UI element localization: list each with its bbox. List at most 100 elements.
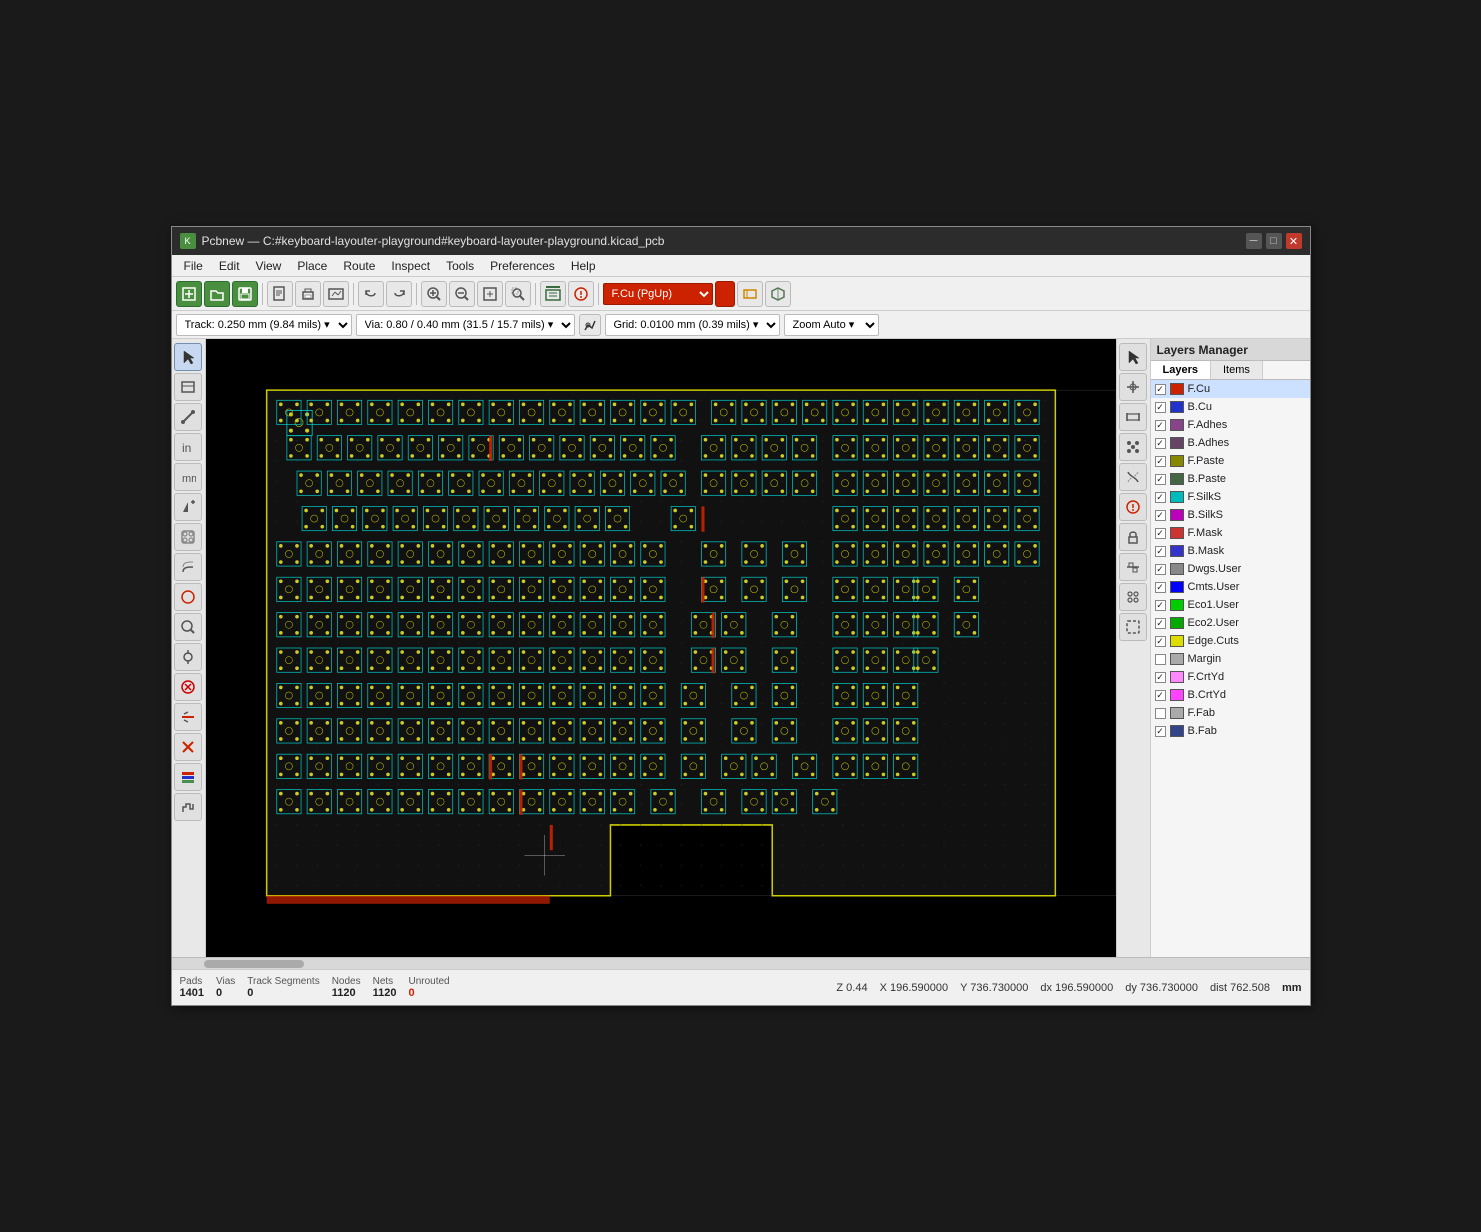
layer-checkbox-Edge.Cuts[interactable]: ✓	[1155, 636, 1166, 647]
layer-checkbox-Margin[interactable]	[1155, 654, 1166, 665]
add-circle-tool[interactable]	[174, 583, 202, 611]
layer-checkbox-B.Mask[interactable]: ✓	[1155, 546, 1166, 557]
component-grid-tool[interactable]	[1119, 433, 1147, 461]
zoom-fit-button[interactable]	[477, 281, 503, 307]
menu-inspect[interactable]: Inspect	[383, 257, 438, 275]
save-pcb-button[interactable]	[232, 281, 258, 307]
open-pcb-button[interactable]	[204, 281, 230, 307]
menu-view[interactable]: View	[248, 257, 290, 275]
align-tool[interactable]	[1119, 553, 1147, 581]
group-tool[interactable]	[1119, 613, 1147, 641]
grid-select[interactable]: Grid: 0.0100 mm (0.39 mils) ▾	[605, 314, 780, 336]
zoom-area-button[interactable]	[505, 281, 531, 307]
layer-item-cmts-user[interactable]: ✓Cmts.User	[1151, 578, 1310, 596]
draw-tool[interactable]: in	[174, 433, 202, 461]
menu-preferences[interactable]: Preferences	[482, 257, 563, 275]
layer-checkbox-F.Fab[interactable]	[1155, 708, 1166, 719]
pad-tool[interactable]	[174, 643, 202, 671]
tab-items[interactable]: Items	[1211, 361, 1263, 379]
inspect-tool[interactable]	[174, 613, 202, 641]
layer-item-f-adhes[interactable]: ✓F.Adhes	[1151, 416, 1310, 434]
zone-tool[interactable]	[174, 673, 202, 701]
layer-item-b-cu[interactable]: ✓B.Cu	[1151, 398, 1310, 416]
layer-item-eco1-user[interactable]: ✓Eco1.User	[1151, 596, 1310, 614]
layer-item-eco2-user[interactable]: ✓Eco2.User	[1151, 614, 1310, 632]
horizontal-scrollbar[interactable]	[172, 957, 1310, 969]
zoom-in-button[interactable]	[421, 281, 447, 307]
maximize-button[interactable]: □	[1266, 233, 1282, 249]
layer-item-edge-cuts[interactable]: ✓Edge.Cuts	[1151, 632, 1310, 650]
menu-route[interactable]: Route	[335, 257, 383, 275]
layer-item-b-paste[interactable]: ✓B.Paste	[1151, 470, 1310, 488]
tab-layers[interactable]: Layers	[1151, 361, 1211, 379]
origin-tool[interactable]	[1119, 373, 1147, 401]
undo-button[interactable]	[358, 281, 384, 307]
measure-tool[interactable]: mm	[174, 463, 202, 491]
via-select[interactable]: Via: 0.80 / 0.40 mm (31.5 / 15.7 mils) ▾	[356, 314, 575, 336]
layer-checkbox-B.Adhes[interactable]: ✓	[1155, 438, 1166, 449]
add-component-tool[interactable]	[174, 493, 202, 521]
select-tool-right[interactable]	[1119, 343, 1147, 371]
layer-item-b-mask[interactable]: ✓B.Mask	[1151, 542, 1310, 560]
menu-help[interactable]: Help	[563, 257, 604, 275]
drc-tool[interactable]	[1119, 493, 1147, 521]
router-tools[interactable]	[174, 403, 202, 431]
layer-item-f-silks[interactable]: ✓F.SilkS	[1151, 488, 1310, 506]
layer-checkbox-F.Cu[interactable]: ✓	[1155, 384, 1166, 395]
canvas-area[interactable]	[206, 339, 1116, 957]
layer-item-f-mask[interactable]: ✓F.Mask	[1151, 524, 1310, 542]
layer-item-f-fab[interactable]: F.Fab	[1151, 704, 1310, 722]
layer-checkbox-F.Adhes[interactable]: ✓	[1155, 420, 1166, 431]
load-netlist-button[interactable]	[540, 281, 566, 307]
layer-item-f-crtyd[interactable]: ✓F.CrtYd	[1151, 668, 1310, 686]
menu-file[interactable]: File	[176, 257, 211, 275]
layer-checkbox-Eco1.User[interactable]: ✓	[1155, 600, 1166, 611]
redo-button[interactable]	[386, 281, 412, 307]
highlight-net-tool[interactable]	[174, 373, 202, 401]
layer-item-b-crtyd[interactable]: ✓B.CrtYd	[1151, 686, 1310, 704]
layer-item-b-silks[interactable]: ✓B.SilkS	[1151, 506, 1310, 524]
measure-tool-right[interactable]	[1119, 403, 1147, 431]
menu-place[interactable]: Place	[289, 257, 335, 275]
layer-stack-tool[interactable]	[174, 763, 202, 791]
interactive-router-settings[interactable]	[579, 314, 601, 336]
new-pcb-button[interactable]	[176, 281, 202, 307]
add-tracks-tool[interactable]	[174, 523, 202, 551]
layer-item-b-fab[interactable]: ✓B.Fab	[1151, 722, 1310, 740]
run-drc-button[interactable]	[568, 281, 594, 307]
layer-checkbox-B.Cu[interactable]: ✓	[1155, 402, 1166, 413]
zoom-select[interactable]: Zoom Auto ▾	[784, 314, 879, 336]
layer-select[interactable]: F.Cu (PgUp)	[603, 283, 713, 305]
layer-checkbox-Dwgs.User[interactable]: ✓	[1155, 564, 1166, 575]
print-button[interactable]	[295, 281, 321, 307]
delete-tool[interactable]	[174, 733, 202, 761]
add-vias-tool[interactable]	[174, 703, 202, 731]
plot-button[interactable]	[323, 281, 349, 307]
layer-checkbox-Cmts.User[interactable]: ✓	[1155, 582, 1166, 593]
layer-checkbox-F.Mask[interactable]: ✓	[1155, 528, 1166, 539]
layer-checkbox-B.CrtYd[interactable]: ✓	[1155, 690, 1166, 701]
layer-item-f-cu[interactable]: ✓F.Cu	[1151, 380, 1310, 398]
menu-edit[interactable]: Edit	[211, 257, 248, 275]
close-button[interactable]: ✕	[1286, 233, 1302, 249]
layer-checkbox-B.Paste[interactable]: ✓	[1155, 474, 1166, 485]
layer-item-b-adhes[interactable]: ✓B.Adhes	[1151, 434, 1310, 452]
spread-tool[interactable]	[1119, 583, 1147, 611]
menu-tools[interactable]: Tools	[438, 257, 482, 275]
lock-tool[interactable]	[1119, 523, 1147, 551]
page-settings-button[interactable]	[267, 281, 293, 307]
layer-color-btn[interactable]	[715, 281, 735, 307]
3d-viewer-button[interactable]	[765, 281, 791, 307]
scrollbar-thumb-h[interactable]	[204, 960, 304, 968]
layer-item-dwgs-user[interactable]: ✓Dwgs.User	[1151, 560, 1310, 578]
layer-checkbox-B.SilkS[interactable]: ✓	[1155, 510, 1166, 521]
ratsnest-toggle[interactable]	[1119, 463, 1147, 491]
layer-checkbox-F.SilkS[interactable]: ✓	[1155, 492, 1166, 503]
track-select[interactable]: Track: 0.250 mm (9.84 mils) ▾	[176, 314, 352, 336]
ratsnest-tool[interactable]	[174, 553, 202, 581]
layer-checkbox-F.Paste[interactable]: ✓	[1155, 456, 1166, 467]
layer-checkbox-F.CrtYd[interactable]: ✓	[1155, 672, 1166, 683]
layer-checkbox-Eco2.User[interactable]: ✓	[1155, 618, 1166, 629]
layer-checkbox-B.Fab[interactable]: ✓	[1155, 726, 1166, 737]
tune-tool[interactable]	[174, 793, 202, 821]
